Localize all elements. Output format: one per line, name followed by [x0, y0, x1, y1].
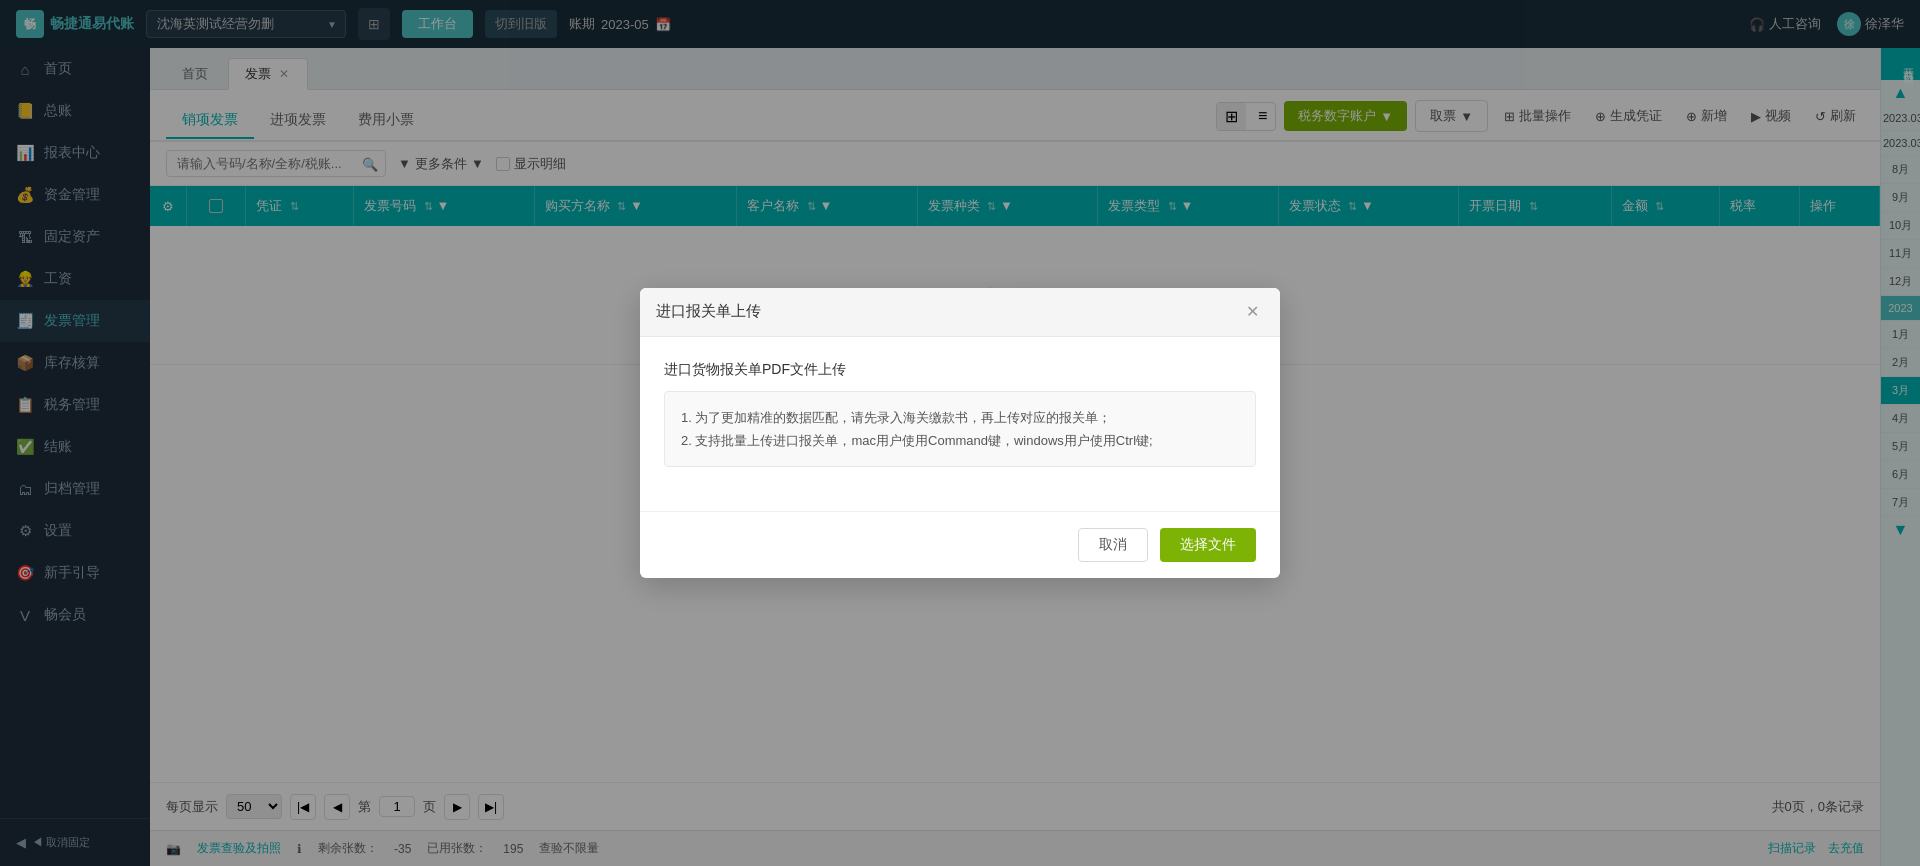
- modal-select-file-btn[interactable]: 选择文件: [1160, 528, 1256, 562]
- modal-header: 进口报关单上传 ✕: [640, 288, 1280, 337]
- modal-close-btn[interactable]: ✕: [1240, 300, 1264, 324]
- modal-section-title: 进口货物报关单PDF文件上传: [664, 361, 1256, 379]
- modal-overlay: 进口报关单上传 ✕ 进口货物报关单PDF文件上传 1. 为了更加精准的数据匹配，…: [0, 0, 1920, 866]
- modal-footer: 取消 选择文件: [640, 511, 1280, 578]
- modal-title: 进口报关单上传: [656, 302, 761, 321]
- modal-info-item-1: 1. 为了更加精准的数据匹配，请先录入海关缴款书，再上传对应的报关单；: [681, 406, 1239, 429]
- import-customs-modal: 进口报关单上传 ✕ 进口货物报关单PDF文件上传 1. 为了更加精准的数据匹配，…: [640, 288, 1280, 579]
- modal-cancel-btn[interactable]: 取消: [1078, 528, 1148, 562]
- modal-info-item-2: 2. 支持批量上传进口报关单，mac用户使用Command键，windows用户…: [681, 429, 1239, 452]
- modal-info-box: 1. 为了更加精准的数据匹配，请先录入海关缴款书，再上传对应的报关单； 2. 支…: [664, 391, 1256, 468]
- modal-body: 进口货物报关单PDF文件上传 1. 为了更加精准的数据匹配，请先录入海关缴款书，…: [640, 337, 1280, 512]
